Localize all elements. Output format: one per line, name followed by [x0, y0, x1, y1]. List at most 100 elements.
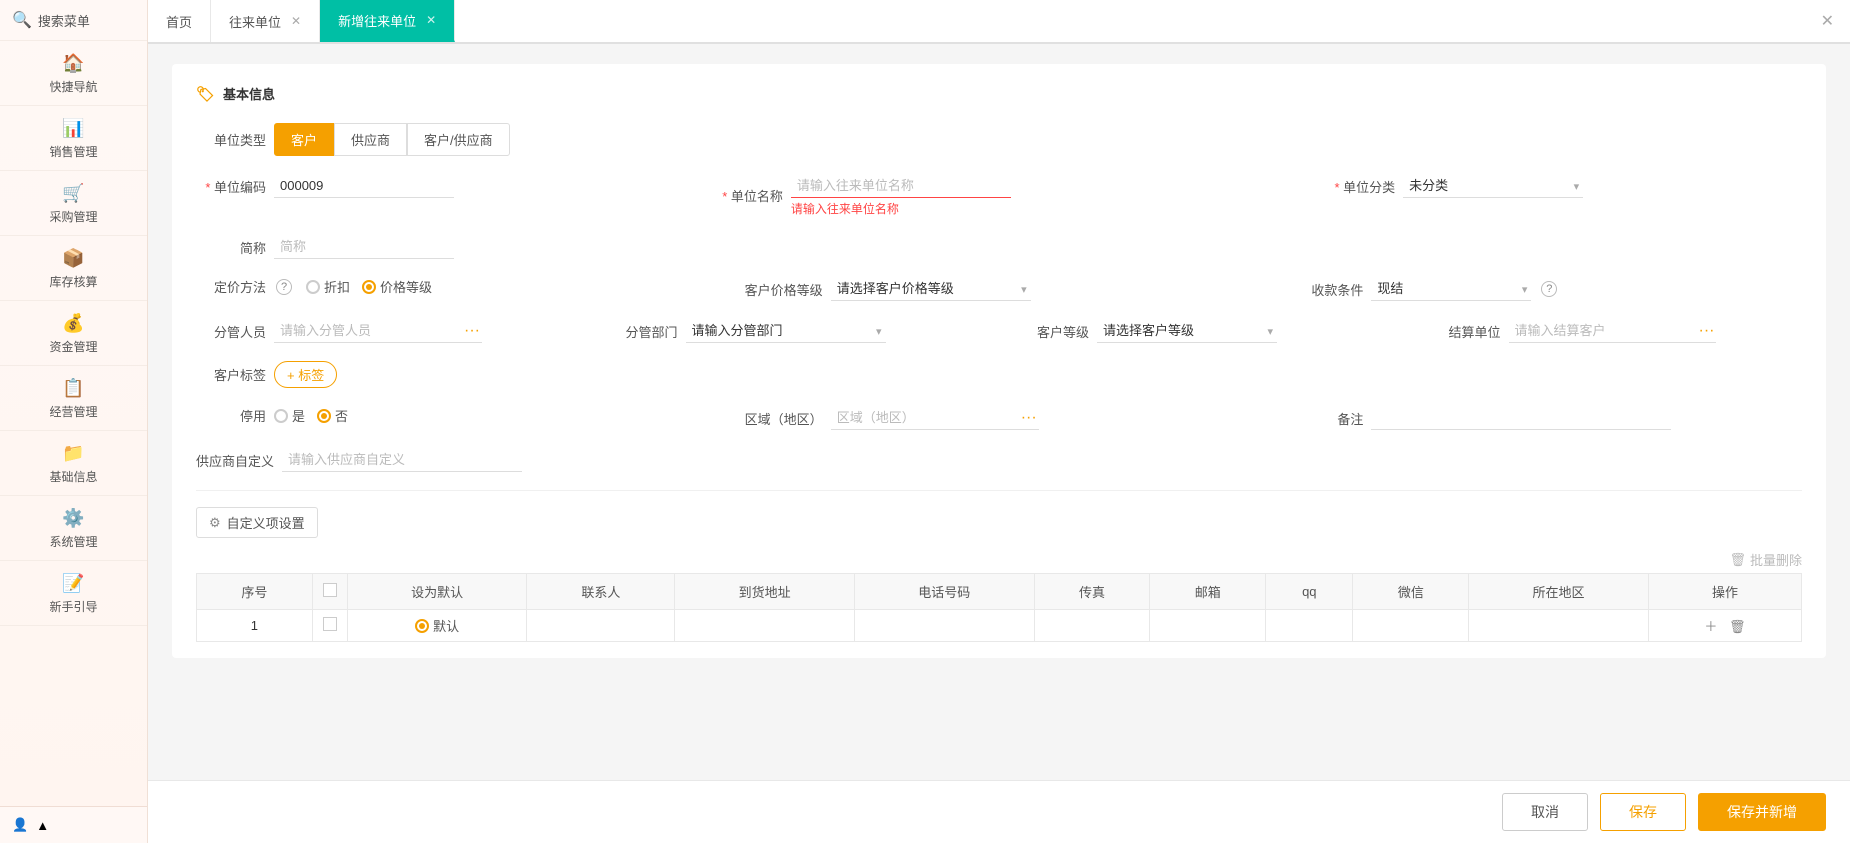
sidebar-bottom-icon: 👤 [12, 817, 28, 833]
customer-level-label: 客户等级 [1019, 322, 1089, 341]
radio-disabled-no[interactable]: 否 [317, 406, 348, 425]
unit-category-group: 单位分类 未分类 [1325, 174, 1802, 198]
table-body: 1 默认 [197, 610, 1802, 642]
sidebar-item-quick-nav[interactable]: 🏠 快捷导航 [0, 41, 147, 106]
settlement-unit-group: 结算单位 ··· [1431, 319, 1803, 343]
department-group: 分管部门 请输入分管部门 [608, 319, 980, 343]
unit-category-select[interactable]: 未分类 [1403, 174, 1583, 198]
sidebar-item-purchase-mgmt[interactable]: 🛒 采购管理 [0, 171, 147, 236]
sidebar-item-sales-mgmt[interactable]: 📊 销售管理 [0, 106, 147, 171]
cell-wechat [1353, 610, 1469, 642]
btn-both[interactable]: 客户/供应商 [407, 123, 510, 156]
cell-email [1150, 610, 1266, 642]
sidebar-search[interactable]: 🔍 搜索菜单 [0, 0, 147, 41]
pricing-method-help-icon[interactable]: ? [276, 279, 292, 295]
cell-contact [527, 610, 675, 642]
batch-delete-area: 🗑 批量删除 [196, 550, 1802, 569]
add-row-icon[interactable]: ＋ [1704, 619, 1717, 634]
cancel-button[interactable]: 取消 [1502, 793, 1588, 831]
customer-price-level-select[interactable]: 请选择客户价格等级 [831, 277, 1031, 301]
tab-counterparty[interactable]: 往来单位 ✕ [211, 0, 320, 42]
pricing-method-label: 定价方法 [196, 277, 266, 296]
customer-price-level-label: 客户价格等级 [745, 280, 823, 299]
custom-settings-button[interactable]: ⚙ 自定义项设置 [196, 507, 318, 538]
payment-terms-select-wrapper: 现结 [1371, 277, 1531, 301]
supervisor-input[interactable] [274, 319, 462, 342]
settlement-unit-more-icon[interactable]: ··· [1697, 322, 1717, 340]
tab-new-counterparty-label: 新增往来单位 [338, 11, 416, 30]
radio-price-level-circle [362, 280, 376, 294]
select-all-checkbox[interactable] [323, 583, 337, 597]
row-checkbox[interactable] [323, 617, 337, 631]
batch-delete-label[interactable]: 批量删除 [1750, 550, 1802, 569]
sidebar-item-operations[interactable]: 📋 经营管理 [0, 366, 147, 431]
col-location: 所在地区 [1469, 574, 1649, 610]
col-wechat: 微信 [1353, 574, 1469, 610]
sidebar-label-system: 系统管理 [49, 533, 97, 550]
settlement-unit-label: 结算单位 [1431, 322, 1501, 341]
short-name-group: 简称 [196, 235, 1802, 259]
region-label: 区域（地区） [745, 409, 823, 428]
short-name-input[interactable] [274, 235, 454, 259]
region-more-icon[interactable]: ··· [1019, 409, 1039, 427]
remarks-group: 备注 [1293, 406, 1802, 430]
sidebar-item-system-mgmt[interactable]: ⚙️ 系统管理 [0, 496, 147, 561]
default-radio[interactable]: 默认 [358, 616, 517, 635]
supervisor-input-group: ··· [274, 319, 482, 343]
unit-name-input[interactable] [791, 174, 1011, 198]
beginner-icon: 📝 [62, 573, 84, 594]
radio-price-level-label: 价格等级 [380, 277, 432, 296]
tab-counterparty-close[interactable]: ✕ [291, 14, 301, 28]
pricing-method-group: 定价方法 ? 折扣 价格等级 [196, 277, 705, 296]
section-title-label: 基本信息 [223, 84, 275, 103]
customer-level-select[interactable]: 请选择客户等级 [1097, 319, 1277, 343]
radio-disabled-no-circle [317, 409, 331, 423]
radio-disabled-yes[interactable]: 是 [274, 406, 305, 425]
cell-action: ＋ 🗑 [1648, 610, 1801, 642]
sidebar-item-inventory[interactable]: 📦 库存核算 [0, 236, 147, 301]
btn-customer[interactable]: 客户 [274, 123, 334, 156]
supervisor-group: 分管人员 ··· [196, 319, 568, 343]
tab-new-counterparty[interactable]: 新增往来单位 ✕ [320, 0, 455, 42]
short-name-label: 简称 [196, 238, 266, 257]
save-new-button[interactable]: 保存并新增 [1698, 793, 1826, 831]
cell-qq [1266, 610, 1353, 642]
customer-tags-group: 客户标签 + 标签 [196, 361, 1802, 388]
col-qq: qq [1266, 574, 1353, 610]
payment-terms-select[interactable]: 现结 [1371, 277, 1531, 301]
code-name-category-row: 单位编码 单位名称 请输入往来单位名称 单位分类 [196, 174, 1802, 217]
tab-new-counterparty-close[interactable]: ✕ [426, 13, 436, 27]
supplier-custom-input[interactable] [282, 448, 522, 472]
save-button[interactable]: 保存 [1600, 793, 1686, 831]
btn-supplier[interactable]: 供应商 [334, 123, 407, 156]
col-default: 设为默认 [347, 574, 527, 610]
radio-discount-circle [306, 280, 320, 294]
tab-home[interactable]: 首页 [148, 0, 211, 42]
radio-discount[interactable]: 折扣 [306, 277, 350, 296]
sidebar-bottom-expand[interactable]: ▲ [36, 818, 49, 833]
sidebar-label-inventory: 库存核算 [49, 273, 97, 290]
payment-terms-help-icon[interactable]: ? [1541, 281, 1557, 297]
remarks-input[interactable] [1371, 406, 1671, 430]
add-tag-button[interactable]: + 标签 [274, 361, 337, 388]
supervisor-more-icon[interactable]: ··· [462, 322, 482, 340]
region-input[interactable] [831, 406, 1019, 429]
department-select-wrapper: 请输入分管部门 [686, 319, 886, 343]
sidebar-label-beginner: 新手引导 [49, 598, 97, 615]
sidebar-item-basic-info[interactable]: 📁 基础信息 [0, 431, 147, 496]
unit-name-wrapper: 请输入往来单位名称 [791, 174, 1011, 217]
unit-code-input[interactable] [274, 174, 454, 198]
col-seq: 序号 [197, 574, 313, 610]
settings-gear-icon: ⚙ [209, 515, 221, 531]
delete-row-icon[interactable]: 🗑 [1729, 619, 1746, 634]
sidebar-item-beginner[interactable]: 📝 新手引导 [0, 561, 147, 626]
col-action: 操作 [1648, 574, 1801, 610]
col-address: 到货地址 [675, 574, 855, 610]
settlement-unit-input[interactable] [1509, 319, 1697, 342]
form-card-basic-info: 🏷 基本信息 单位类型 客户 供应商 客户/供应商 单位编码 [172, 64, 1826, 658]
sidebar-item-finance[interactable]: 💰 资金管理 [0, 301, 147, 366]
radio-price-level[interactable]: 价格等级 [362, 277, 432, 296]
department-select[interactable]: 请输入分管部门 [686, 319, 886, 343]
tab-close-all[interactable]: ✕ [1805, 11, 1850, 31]
customer-tags-label: 客户标签 [196, 365, 266, 384]
